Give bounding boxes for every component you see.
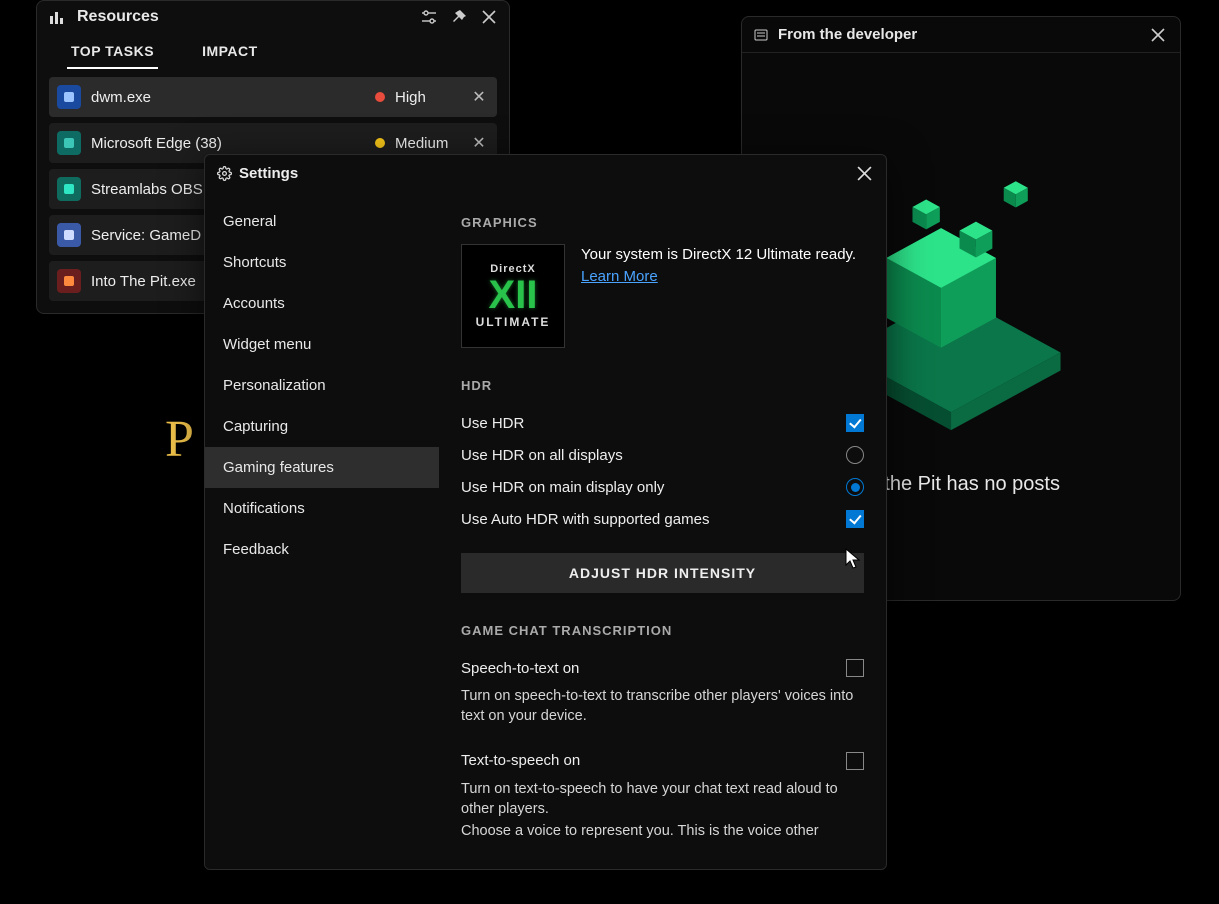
resources-header: Resources (37, 1, 509, 33)
developer-noposts-text: to the Pit has no posts (862, 473, 1060, 496)
resources-tabs: TOP TASKS IMPACT (37, 33, 509, 69)
option-auto-hdr: Use Auto HDR with supported games (461, 503, 864, 535)
task-row[interactable]: dwm.exe High ✕ (49, 77, 497, 117)
option-text-to-speech: Text-to-speech on Turn on text-to-speech… (461, 745, 864, 842)
graphics-text: Your system is DirectX 12 Ultimate ready… (581, 244, 864, 288)
task-name: Microsoft Edge (38) (91, 135, 365, 152)
chart-icon (45, 5, 69, 29)
close-icon[interactable] (852, 161, 876, 185)
graphics-row: DirectX XII ULTIMATE Your system is Dire… (461, 244, 864, 348)
section-header-hdr: HDR (461, 378, 864, 393)
option-description: Turn on speech-to-text to transcribe oth… (461, 686, 856, 727)
task-app-icon (57, 177, 81, 201)
learn-more-link[interactable]: Learn More (581, 268, 658, 285)
settings-sidebar: GeneralShortcutsAccountsWidget menuPerso… (205, 191, 439, 869)
option-label: Use HDR (461, 415, 524, 432)
sidebar-item-general[interactable]: General (205, 201, 439, 242)
settings-header: Settings (205, 155, 886, 191)
settings-title: Settings (239, 165, 846, 182)
impact-indicator-icon (375, 92, 385, 102)
checkbox-text-to-speech[interactable] (846, 752, 864, 770)
sidebar-item-shortcuts[interactable]: Shortcuts (205, 242, 439, 283)
checkbox-use-hdr[interactable] (846, 414, 864, 432)
radio-hdr-all-displays[interactable] (846, 446, 864, 464)
option-description-2: Choose a voice to represent you. This is… (461, 821, 856, 841)
sidebar-item-feedback[interactable]: Feedback (205, 529, 439, 570)
task-app-icon (57, 131, 81, 155)
sidebar-item-accounts[interactable]: Accounts (205, 283, 439, 324)
option-label: Speech-to-text on (461, 660, 579, 677)
dx-badge-bottom: ULTIMATE (476, 315, 551, 329)
developer-header: From the developer (742, 17, 1180, 53)
gear-icon (215, 161, 233, 185)
sidebar-item-personalization[interactable]: Personalization (205, 365, 439, 406)
sidebar-item-widget-menu[interactable]: Widget menu (205, 324, 439, 365)
news-icon (752, 23, 770, 47)
option-use-hdr: Use HDR (461, 407, 864, 439)
settings-sliders-icon[interactable] (417, 5, 441, 29)
developer-title: From the developer (778, 26, 1138, 43)
task-name: dwm.exe (91, 89, 365, 106)
option-label: Use Auto HDR with supported games (461, 511, 709, 528)
option-description: Turn on text-to-speech to have your chat… (461, 779, 856, 820)
adjust-hdr-intensity-button[interactable]: ADJUST HDR INTENSITY (461, 553, 864, 593)
impact-indicator-icon (375, 138, 385, 148)
option-hdr-all-displays: Use HDR on all displays (461, 439, 864, 471)
close-icon[interactable] (1146, 23, 1170, 47)
task-app-icon (57, 85, 81, 109)
option-hdr-main-only: Use HDR on main display only (461, 471, 864, 503)
task-close-icon[interactable]: ✕ (469, 133, 489, 153)
settings-dialog: Settings GeneralShortcutsAccountsWidget … (204, 154, 887, 870)
section-header-chat: GAME CHAT TRANSCRIPTION (461, 623, 864, 638)
sidebar-item-notifications[interactable]: Notifications (205, 488, 439, 529)
directx-badge: DirectX XII ULTIMATE (461, 244, 565, 348)
radio-hdr-main-only[interactable] (846, 478, 864, 496)
option-label: Text-to-speech on (461, 752, 580, 769)
checkbox-auto-hdr[interactable] (846, 510, 864, 528)
task-app-icon (57, 223, 81, 247)
pin-icon[interactable] (447, 5, 471, 29)
impact-level: Medium (395, 135, 459, 152)
background-game-text: P (165, 410, 195, 469)
option-speech-to-text: Speech-to-text on Turn on speech-to-text… (461, 652, 864, 727)
sidebar-item-capturing[interactable]: Capturing (205, 406, 439, 447)
section-header-graphics: GRAPHICS (461, 215, 864, 230)
tab-impact[interactable]: IMPACT (198, 35, 262, 67)
sidebar-item-gaming-features[interactable]: Gaming features (205, 447, 439, 488)
close-icon[interactable] (477, 5, 501, 29)
impact-level: High (395, 89, 459, 106)
settings-content[interactable]: GRAPHICS DirectX XII ULTIMATE Your syste… (439, 191, 886, 869)
dx-badge-mid: XII (489, 275, 538, 315)
task-close-icon[interactable]: ✕ (469, 87, 489, 107)
graphics-status-text: Your system is DirectX 12 Ultimate ready… (581, 246, 856, 263)
option-label: Use HDR on main display only (461, 479, 664, 496)
task-app-icon (57, 269, 81, 293)
tab-top-tasks[interactable]: TOP TASKS (67, 35, 158, 67)
checkbox-speech-to-text[interactable] (846, 659, 864, 677)
resources-title: Resources (77, 8, 411, 26)
option-label: Use HDR on all displays (461, 447, 623, 464)
